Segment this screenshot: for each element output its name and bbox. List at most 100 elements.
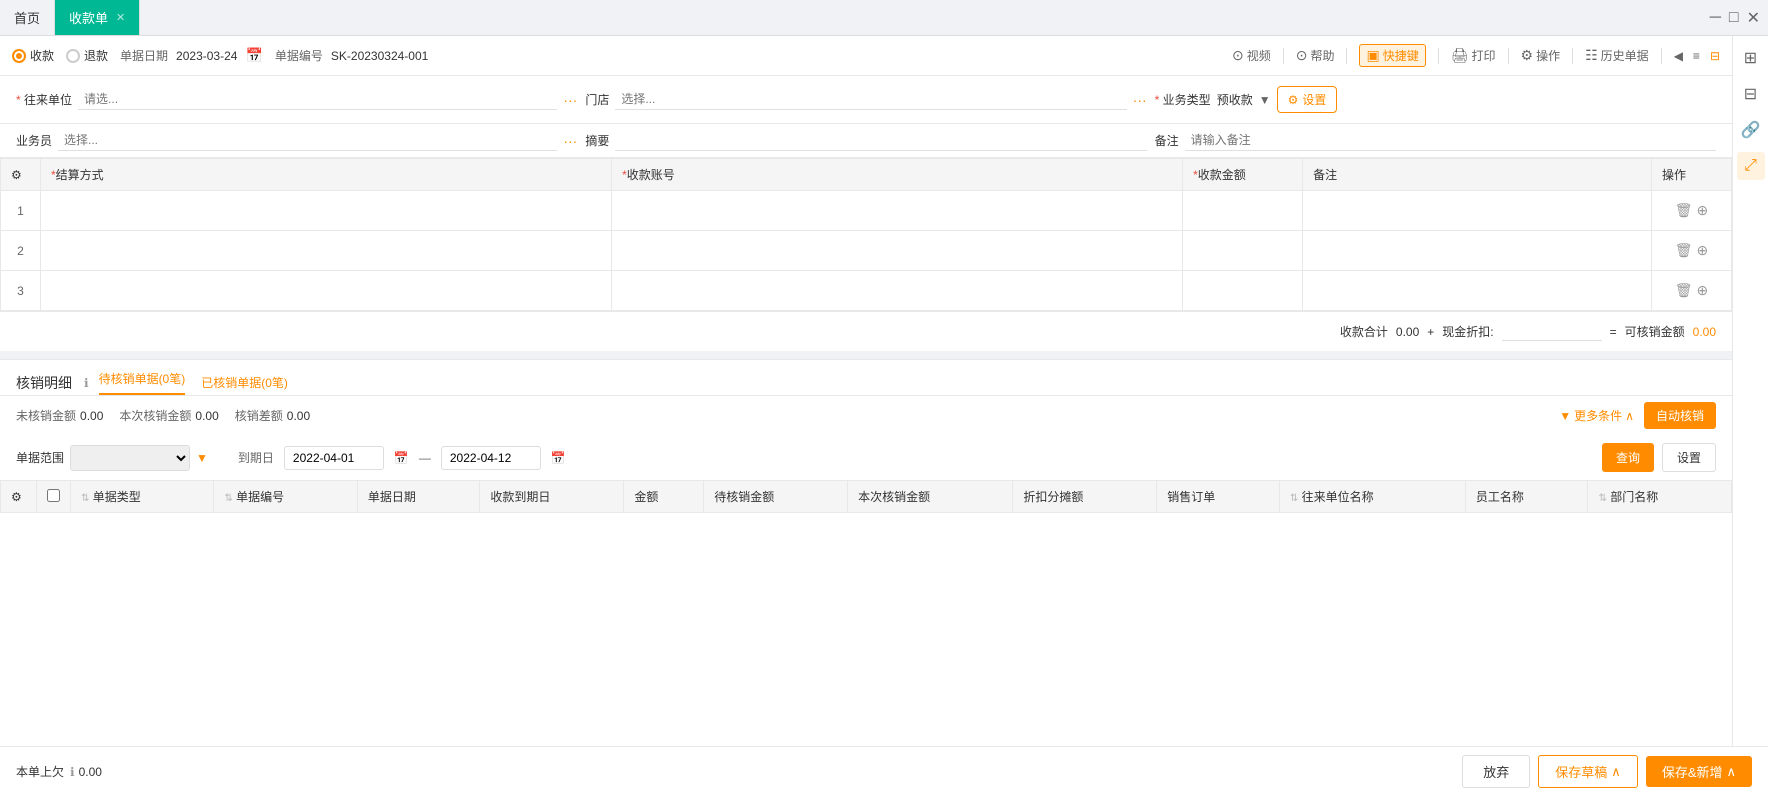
amount-cell-3[interactable]	[1183, 271, 1303, 311]
save-new-btn[interactable]: 保存&新增 ∧	[1646, 756, 1752, 787]
video-btn[interactable]: ⊙ 视频	[1232, 47, 1271, 64]
verify-header: 核销明细 ℹ 待核销单据(0笔) 已核销单据(0笔)	[0, 360, 1732, 396]
col-amount: 金额	[624, 481, 704, 513]
copy-row-1-btn[interactable]: ⊕	[1697, 202, 1709, 219]
tab-close-icon[interactable]: ✕	[116, 11, 125, 24]
radio-refund[interactable]: 退款	[66, 47, 108, 64]
save-new-label: 保存&新增	[1662, 762, 1723, 781]
window-max-icon[interactable]: □	[1729, 9, 1739, 27]
nav-prev[interactable]: ◀	[1674, 49, 1683, 63]
tab-home[interactable]: 首页	[0, 0, 55, 35]
sidebar-list-icon[interactable]: ⊟	[1737, 80, 1765, 108]
radio-receipt[interactable]: 收款	[12, 47, 54, 64]
copy-row-3-btn[interactable]: ⊕	[1697, 282, 1709, 299]
start-date-input[interactable]	[284, 446, 384, 470]
note-input[interactable]	[1185, 130, 1716, 151]
store-input[interactable]	[615, 89, 1126, 110]
note-cell-2[interactable]	[1303, 231, 1652, 271]
sidebar-expand-icon[interactable]: ⤢	[1737, 152, 1765, 180]
filter-icon: ▼	[1559, 409, 1571, 423]
more-filter-btn[interactable]: ▼ 更多条件 ∧	[1559, 407, 1634, 424]
store-field: 门店 ···	[585, 89, 1146, 110]
settlement-cell-2[interactable]	[41, 231, 612, 271]
sort-icon-dept: ⇅	[1598, 493, 1606, 504]
form-fields-row1: 往来单位 ··· 门店 ··· 业务类型 预收款 ▼ ⚙ 设置	[0, 76, 1732, 124]
query-btn[interactable]: 查询	[1602, 443, 1654, 472]
save-draft-label: 保存草稿	[1555, 762, 1607, 781]
tab-bar: 首页 收款单 ✕ ─ □ ✕	[0, 0, 1768, 36]
amount-cell-1[interactable]	[1183, 191, 1303, 231]
amount-col: *收款金额	[1183, 159, 1303, 191]
delete-row-2-btn[interactable]: 🗑	[1675, 242, 1693, 259]
auto-verify-btn[interactable]: 自动核销	[1644, 402, 1716, 429]
tab-receipt[interactable]: 收款单 ✕	[55, 0, 140, 35]
print-btn[interactable]: 🖨 打印	[1451, 47, 1496, 64]
shortcut-label: 快捷键	[1383, 47, 1419, 64]
layout-icon2[interactable]: ⊟	[1710, 49, 1720, 63]
date-range-select[interactable]	[70, 445, 190, 471]
result-label: 可核销金额	[1625, 323, 1685, 340]
tab-home-label: 首页	[14, 8, 40, 27]
layout-icon1[interactable]: ≡	[1693, 49, 1700, 63]
help-btn[interactable]: ⊙ 帮助	[1296, 47, 1335, 64]
delete-row-1-btn[interactable]: 🗑	[1675, 202, 1693, 219]
table-settings-icon[interactable]: ⚙	[11, 168, 22, 182]
note-label: 备注	[1155, 132, 1179, 149]
delete-row-3-btn[interactable]: 🗑	[1675, 282, 1693, 299]
bottom-right: 放弃 保存草稿 ∧ 保存&新增 ∧	[1462, 755, 1752, 788]
select-all-checkbox[interactable]	[47, 489, 60, 502]
settings-button[interactable]: ⚙ 设置	[1277, 86, 1338, 113]
amount-cell-2[interactable]	[1183, 231, 1303, 271]
sidebar-table-icon[interactable]: ⊞	[1737, 44, 1765, 72]
settlement-col: *结算方式	[41, 159, 612, 191]
summary-input[interactable]	[615, 130, 1146, 151]
col-no: ⇅ 单据编号	[214, 481, 357, 513]
current-label: 本次核销金额	[119, 407, 191, 424]
abandon-btn[interactable]: 放弃	[1462, 755, 1530, 788]
verify-gear-icon[interactable]: ⚙	[11, 490, 22, 504]
salesperson-more-icon[interactable]: ···	[563, 133, 577, 149]
note-cell-3[interactable]	[1303, 271, 1652, 311]
business-type-value: 预收款	[1217, 91, 1253, 108]
settlement-cell-1[interactable]	[41, 191, 612, 231]
sidebar-link-icon[interactable]: 🔗	[1737, 116, 1765, 144]
save-new-dropdown-icon[interactable]: ∧	[1726, 764, 1736, 780]
store-more-icon[interactable]: ···	[1133, 92, 1147, 108]
window-min-icon[interactable]: ─	[1710, 9, 1721, 27]
settlement-cell-3[interactable]	[41, 271, 612, 311]
tab-verified[interactable]: 已核销单据(0笔)	[201, 374, 288, 391]
counterparty-input[interactable]	[78, 89, 557, 110]
verify-settings-btn[interactable]: 设置	[1662, 443, 1716, 472]
account-cell-1[interactable]	[612, 191, 1183, 231]
save-draft-btn[interactable]: 保存草稿 ∧	[1538, 755, 1638, 788]
copy-row-2-btn[interactable]: ⊕	[1697, 242, 1709, 259]
end-cal-icon[interactable]: 📅	[551, 451, 566, 465]
verify-checkbox-col	[37, 481, 71, 513]
shortcut-btn[interactable]: ▣ 快捷键	[1359, 44, 1425, 67]
salesperson-input[interactable]	[58, 130, 557, 151]
verify-settings-col: ⚙	[1, 481, 37, 513]
counterparty-more-icon[interactable]: ···	[563, 92, 577, 108]
history-btn[interactable]: ☷ 历史单据	[1585, 47, 1649, 64]
salesperson-label: 业务员	[16, 132, 52, 149]
account-cell-3[interactable]	[612, 271, 1183, 311]
total-label: 收款合计	[1340, 323, 1388, 340]
end-date-input[interactable]	[441, 446, 541, 470]
col-discount: 折扣分摊额	[1013, 481, 1157, 513]
save-draft-dropdown-icon[interactable]: ∧	[1611, 764, 1621, 780]
window-close-icon[interactable]: ✕	[1747, 8, 1760, 28]
start-cal-icon[interactable]: 📅	[394, 451, 409, 465]
account-cell-2[interactable]	[612, 231, 1183, 271]
previous-help-icon[interactable]: ℹ	[70, 765, 75, 779]
discount-input[interactable]	[1502, 322, 1602, 341]
bottom-left: 本单上欠 ℹ 0.00	[16, 763, 102, 780]
note-cell-1[interactable]	[1303, 191, 1652, 231]
tab-pending[interactable]: 待核销单据(0笔)	[99, 370, 186, 395]
calendar-icon[interactable]: 📅	[245, 47, 262, 64]
col-type: ⇅ 单据类型	[71, 481, 214, 513]
operation-btn[interactable]: ⚙ 操作	[1521, 47, 1561, 64]
gear-icon: ⚙	[1288, 93, 1299, 107]
table-row: 2 🗑 ⊕	[1, 231, 1732, 271]
verify-help-icon[interactable]: ℹ	[84, 376, 89, 390]
business-type-dropdown-icon[interactable]: ▼	[1259, 93, 1271, 107]
